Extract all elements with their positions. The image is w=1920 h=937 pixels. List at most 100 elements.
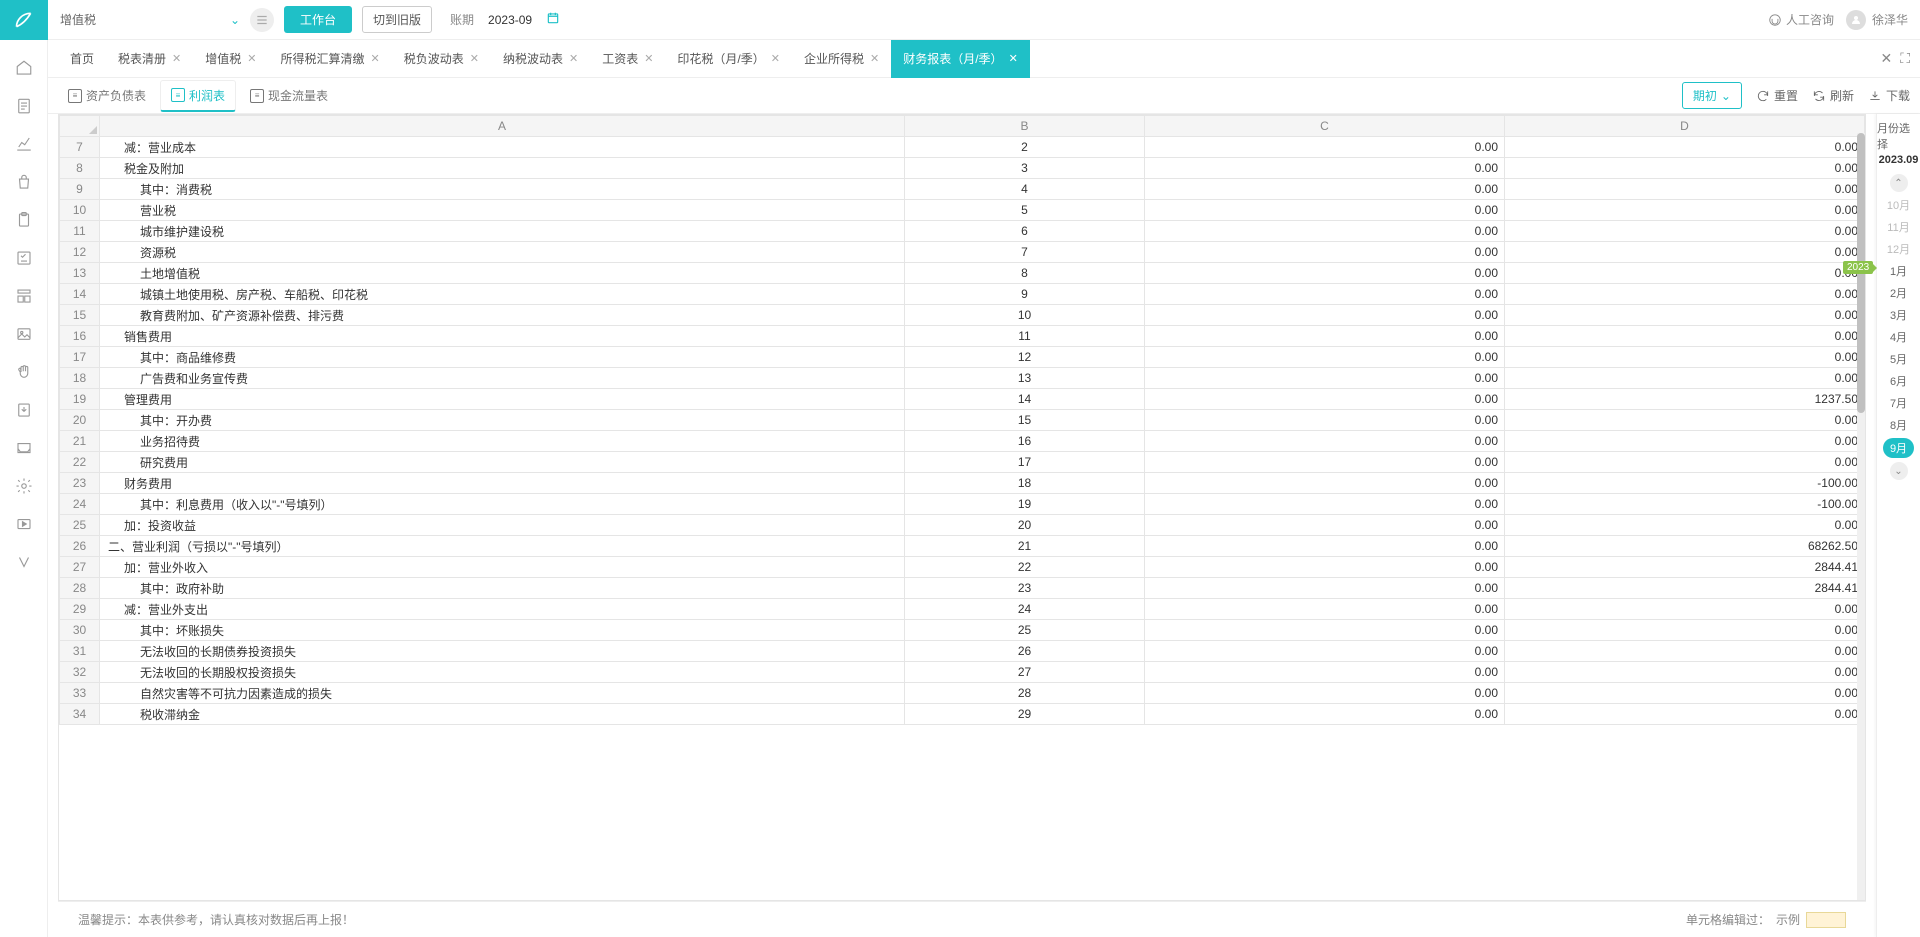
spreadsheet[interactable]: ABCD 7减：营业成本20.000.008税金及附加30.000.009其中：… — [58, 114, 1866, 901]
cell[interactable]: 0.00 — [1505, 431, 1865, 452]
cell[interactable]: 0.00 — [1145, 536, 1505, 557]
consult-button[interactable]: 人工咨询 — [1768, 11, 1834, 28]
cell[interactable]: 其中：商品维修费 — [100, 347, 905, 368]
cell[interactable]: 加：投资收益 — [100, 515, 905, 536]
cell[interactable]: 税金及附加 — [100, 158, 905, 179]
cell[interactable]: 加：营业外收入 — [100, 557, 905, 578]
cell[interactable]: 自然灾害等不可抗力因素造成的损失 — [100, 683, 905, 704]
cell[interactable]: 0.00 — [1505, 662, 1865, 683]
cell[interactable]: 无法收回的长期债券投资损失 — [100, 641, 905, 662]
cell[interactable]: 8 — [905, 263, 1145, 284]
cell[interactable]: 0.00 — [1145, 263, 1505, 284]
period-init-button[interactable]: 期初 ⌄ — [1682, 82, 1742, 109]
cell[interactable]: 0.00 — [1145, 200, 1505, 221]
cell[interactable]: 销售费用 — [100, 326, 905, 347]
workbench-button[interactable]: 工作台 — [284, 6, 352, 33]
cell[interactable]: 其中：利息费用（收入以"-"号填列） — [100, 494, 905, 515]
row-number[interactable]: 11 — [60, 221, 100, 242]
cell[interactable]: 0.00 — [1145, 431, 1505, 452]
cell[interactable]: 0.00 — [1505, 326, 1865, 347]
cell[interactable]: 0.00 — [1145, 662, 1505, 683]
cell[interactable]: 0.00 — [1145, 179, 1505, 200]
cell[interactable]: 3 — [905, 158, 1145, 179]
app-logo[interactable] — [0, 0, 48, 40]
cell[interactable]: 0.00 — [1505, 452, 1865, 473]
cell[interactable]: 0.00 — [1145, 578, 1505, 599]
cell[interactable]: 0.00 — [1505, 305, 1865, 326]
checklist-icon[interactable] — [14, 248, 34, 268]
cell[interactable]: 减：营业外支出 — [100, 599, 905, 620]
month-item-7[interactable]: 5月 — [1877, 348, 1920, 370]
cell[interactable]: 9 — [905, 284, 1145, 305]
subtab-0[interactable]: ≡资产负债表 — [58, 80, 156, 112]
row-number[interactable]: 13 — [60, 263, 100, 284]
row-number[interactable]: 12 — [60, 242, 100, 263]
gear-icon[interactable] — [14, 476, 34, 496]
cell[interactable]: 0.00 — [1145, 389, 1505, 410]
cell[interactable]: 0.00 — [1145, 515, 1505, 536]
cell[interactable]: 5 — [905, 200, 1145, 221]
tab-2[interactable]: 增值税✕ — [193, 40, 268, 78]
cell[interactable]: 11 — [905, 326, 1145, 347]
tab-9[interactable]: 财务报表（月/季）✕ — [891, 40, 1030, 78]
cell[interactable]: 0.00 — [1145, 284, 1505, 305]
cell[interactable]: 0.00 — [1505, 200, 1865, 221]
tab-8[interactable]: 企业所得税✕ — [792, 40, 891, 78]
cell[interactable]: 0.00 — [1145, 305, 1505, 326]
cell[interactable]: 管理费用 — [100, 389, 905, 410]
close-icon[interactable]: ✕ — [870, 52, 879, 65]
bag-icon[interactable] — [14, 172, 34, 192]
cell[interactable]: 0.00 — [1505, 221, 1865, 242]
row-number[interactable]: 18 — [60, 368, 100, 389]
row-number[interactable]: 30 — [60, 620, 100, 641]
cell[interactable]: 城市维护建设税 — [100, 221, 905, 242]
vertical-scrollbar[interactable] — [1857, 133, 1865, 900]
cell[interactable]: 10 — [905, 305, 1145, 326]
row-number[interactable]: 32 — [60, 662, 100, 683]
cell[interactable]: 0.00 — [1505, 683, 1865, 704]
cell[interactable]: 0.00 — [1505, 704, 1865, 725]
hand-icon[interactable] — [14, 362, 34, 382]
tab-0[interactable]: 首页 — [58, 40, 106, 78]
cell[interactable]: 0.00 — [1505, 158, 1865, 179]
cell[interactable]: 其中：开办费 — [100, 410, 905, 431]
tab-1[interactable]: 税表清册✕ — [106, 40, 193, 78]
cell[interactable]: 2 — [905, 137, 1145, 158]
cell[interactable]: 0.00 — [1505, 179, 1865, 200]
cell[interactable]: 土地增值税 — [100, 263, 905, 284]
row-number[interactable]: 19 — [60, 389, 100, 410]
cell[interactable]: 0.00 — [1505, 620, 1865, 641]
cell[interactable]: 1237.50 — [1505, 389, 1865, 410]
tab-6[interactable]: 工资表✕ — [590, 40, 665, 78]
cell[interactable]: 教育费附加、矿产资源补偿费、排污费 — [100, 305, 905, 326]
cell[interactable]: -100.00 — [1505, 494, 1865, 515]
month-item-6[interactable]: 4月 — [1877, 326, 1920, 348]
cell[interactable]: 0.00 — [1145, 158, 1505, 179]
cell[interactable]: 27 — [905, 662, 1145, 683]
cell[interactable]: 0.00 — [1505, 263, 1865, 284]
cell[interactable]: 24 — [905, 599, 1145, 620]
cell[interactable]: -100.00 — [1505, 473, 1865, 494]
month-next-button[interactable]: ⌄ — [1890, 462, 1908, 480]
refresh-button[interactable]: 刷新 — [1812, 87, 1854, 104]
cell[interactable]: 14 — [905, 389, 1145, 410]
tab-4[interactable]: 税负波动表✕ — [392, 40, 491, 78]
cell[interactable]: 28 — [905, 683, 1145, 704]
row-number[interactable]: 22 — [60, 452, 100, 473]
cell[interactable]: 城镇土地使用税、房产税、车船税、印花税 — [100, 284, 905, 305]
row-number[interactable]: 14 — [60, 284, 100, 305]
month-item-11[interactable]: 9月 — [1883, 438, 1914, 458]
cell[interactable]: 财务费用 — [100, 473, 905, 494]
v-icon[interactable] — [14, 552, 34, 572]
cell[interactable]: 0.00 — [1145, 641, 1505, 662]
cell[interactable]: 0.00 — [1145, 704, 1505, 725]
close-icon[interactable]: ✕ — [470, 52, 479, 65]
cell[interactable]: 0.00 — [1145, 473, 1505, 494]
cell[interactable]: 0.00 — [1505, 368, 1865, 389]
export-icon[interactable] — [14, 400, 34, 420]
cell[interactable]: 21 — [905, 536, 1145, 557]
cell[interactable]: 0.00 — [1145, 368, 1505, 389]
cell[interactable]: 2844.41 — [1505, 578, 1865, 599]
row-number[interactable]: 21 — [60, 431, 100, 452]
cell[interactable]: 0.00 — [1145, 452, 1505, 473]
